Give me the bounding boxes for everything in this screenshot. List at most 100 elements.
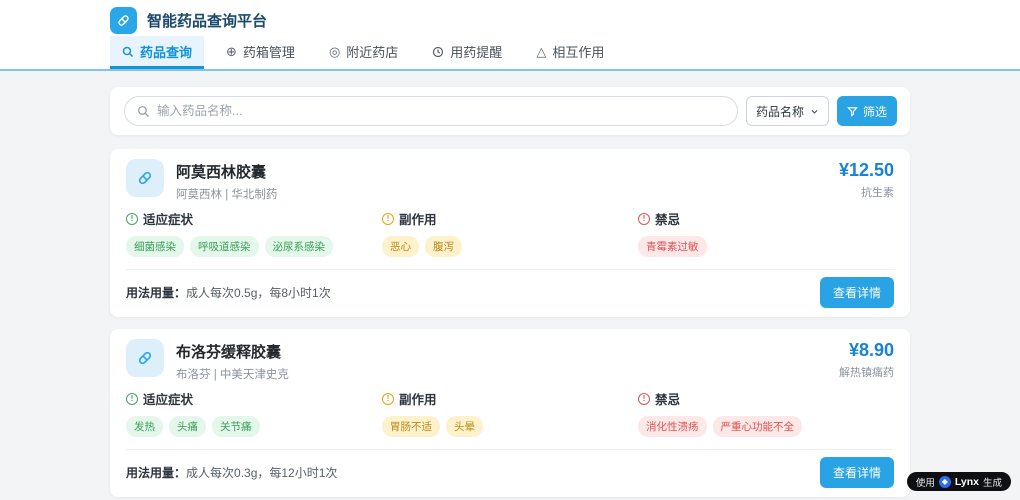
usage-value: 成人每次0.5g，每8小时1次 [186, 286, 331, 300]
filter-button[interactable]: 筛选 [837, 96, 897, 126]
drug-card: 布洛芬缓释胶囊 布洛芬 | 中美天津史克 ¥8.90 解热镇痛药 ! 适应症状 发… [110, 329, 910, 497]
drug-query-platform-page: 智能药品查询平台 药品查询 ⊕ 药箱管理 ◎ 附近药店 [0, 0, 1020, 500]
tag: 头痛 [169, 416, 206, 437]
contraindications-icon: ! [638, 213, 650, 225]
search-input[interactable] [157, 104, 725, 118]
tag: 发热 [126, 416, 163, 437]
price-block: ¥12.50 抗生素 [839, 159, 894, 200]
drug-name: 阿莫西林胶囊 [176, 161, 827, 182]
drug-info-row: ! 适应症状 发热头痛关节痛 ! 副作用 胃肠不适头晕 ! 禁忌 消化性溃疡严重心功能… [126, 389, 894, 437]
contraindications-title: ! 禁忌 [638, 209, 894, 228]
contraindications-title: ! 禁忌 [638, 389, 894, 408]
drug-card-footer: 用法用量：成人每次0.3g，每12小时1次 查看详情 [126, 449, 894, 497]
tab-label: 用药提醒 [450, 42, 502, 61]
section-label: 适应症状 [143, 209, 193, 228]
side-effect-tags: 胃肠不适头晕 [382, 416, 638, 437]
search-bar-card: 药品名称 筛选 [110, 87, 910, 135]
contraindications-col: ! 禁忌 消化性溃疡严重心功能不全 [638, 389, 894, 437]
chevron-down-icon [810, 107, 819, 116]
indication-tags: 细菌感染呼吸道感染泌尿系感染 [126, 236, 382, 257]
side-effect-tags: 恶心腹泻 [382, 236, 638, 257]
section-label: 副作用 [399, 209, 437, 228]
tab-nearby-pharmacy[interactable]: ◎ 附近药店 [317, 36, 410, 69]
tag: 青霉素过敏 [638, 236, 707, 257]
tag: 关节痛 [212, 416, 260, 437]
capsule-icon [126, 159, 164, 197]
drug-subtitle: 布洛芬 | 中美天津史克 [176, 366, 827, 382]
indications-icon: ! [126, 393, 138, 405]
tag: 消化性溃疡 [638, 416, 707, 437]
tab-drug-search[interactable]: 药品查询 [110, 36, 204, 69]
search-icon [122, 46, 134, 58]
section-label: 副作用 [399, 389, 437, 408]
search-icon [137, 105, 150, 118]
drug-card-header: 阿莫西林胶囊 阿莫西林 | 华北制药 ¥12.50 抗生素 [126, 159, 894, 202]
drug-head: 布洛芬缓释胶囊 布洛芬 | 中美天津史克 [176, 339, 827, 382]
contraindication-tags: 消化性溃疡严重心功能不全 [638, 416, 894, 437]
main-content: 药品名称 筛选 阿莫西林胶囊 阿莫西林 | 华北制药 ¥12.50 [110, 71, 910, 500]
nav-tabs: 药品查询 ⊕ 药箱管理 ◎ 附近药店 用药提醒 △ [110, 36, 910, 69]
lynx-badge-suffix: 生成 [983, 475, 1002, 489]
contraindication-tags: 青霉素过敏 [638, 236, 894, 257]
capsule-icon [115, 12, 132, 29]
brand: 智能药品查询平台 [110, 0, 910, 34]
indications-icon: ! [126, 213, 138, 225]
tab-medication-reminder[interactable]: 用药提醒 [420, 36, 514, 69]
indications-col: ! 适应症状 细菌感染呼吸道感染泌尿系感染 [126, 209, 382, 257]
capsule-icon [126, 339, 164, 377]
drug-head: 阿莫西林胶囊 阿莫西林 | 华北制药 [176, 159, 827, 202]
lynx-logo-icon: ◆ [939, 476, 951, 488]
tag: 腹泻 [425, 236, 462, 257]
app-title: 智能药品查询平台 [147, 10, 267, 31]
tag: 泌尿系感染 [265, 236, 334, 257]
side-effects-col: ! 副作用 胃肠不适头晕 [382, 389, 638, 437]
lynx-brand: Lynx [955, 476, 979, 488]
view-details-button[interactable]: 查看详情 [820, 277, 894, 308]
location-icon: ◎ [329, 45, 340, 58]
search-input-wrapper [124, 96, 738, 126]
section-label: 禁忌 [655, 209, 680, 228]
side-effects-title: ! 副作用 [382, 389, 638, 408]
side-effects-icon: ! [382, 393, 394, 405]
tab-medicine-box[interactable]: ⊕ 药箱管理 [214, 36, 307, 69]
contraindications-icon: ! [638, 393, 650, 405]
search-type-select[interactable]: 药品名称 [746, 96, 829, 126]
plus-circle-icon: ⊕ [226, 45, 237, 58]
tag: 严重心功能不全 [713, 416, 803, 437]
drug-name: 布洛芬缓释胶囊 [176, 341, 827, 362]
drug-price: ¥12.50 [839, 160, 894, 181]
price-block: ¥8.90 解热镇痛药 [839, 339, 894, 380]
tab-label: 附近药店 [346, 42, 398, 61]
warning-triangle-icon: △ [536, 45, 546, 58]
tab-interactions[interactable]: △ 相互作用 [524, 36, 616, 69]
indications-title: ! 适应症状 [126, 389, 382, 408]
indication-tags: 发热头痛关节痛 [126, 416, 382, 437]
section-label: 禁忌 [655, 389, 680, 408]
tag: 恶心 [382, 236, 419, 257]
drug-category: 抗生素 [839, 184, 894, 200]
drug-card: 阿莫西林胶囊 阿莫西林 | 华北制药 ¥12.50 抗生素 ! 适应症状 细菌感染… [110, 149, 910, 317]
usage-text: 用法用量：成人每次0.5g，每8小时1次 [126, 284, 331, 301]
tag: 呼吸道感染 [190, 236, 259, 257]
drug-subtitle: 阿莫西林 | 华北制药 [176, 186, 827, 202]
drug-info-row: ! 适应症状 细菌感染呼吸道感染泌尿系感染 ! 副作用 恶心腹泻 ! 禁忌 青霉素过敏 [126, 209, 894, 257]
select-value: 药品名称 [756, 103, 804, 120]
section-label: 适应症状 [143, 389, 193, 408]
usage-value: 成人每次0.3g，每12小时1次 [186, 466, 337, 480]
indications-col: ! 适应症状 发热头痛关节痛 [126, 389, 382, 437]
tag: 胃肠不适 [382, 416, 440, 437]
side-effects-title: ! 副作用 [382, 209, 638, 228]
clock-icon [432, 46, 444, 58]
view-details-button[interactable]: 查看详情 [820, 457, 894, 488]
usage-text: 用法用量：成人每次0.3g，每12小时1次 [126, 464, 337, 481]
tag: 细菌感染 [126, 236, 184, 257]
app-header: 智能药品查询平台 药品查询 ⊕ 药箱管理 ◎ 附近药店 [0, 0, 1020, 71]
side-effects-icon: ! [382, 213, 394, 225]
tab-label: 药箱管理 [243, 42, 295, 61]
contraindications-col: ! 禁忌 青霉素过敏 [638, 209, 894, 257]
drug-price: ¥8.90 [839, 340, 894, 361]
drug-card-footer: 用法用量：成人每次0.5g，每8小时1次 查看详情 [126, 269, 894, 317]
usage-label: 用法用量： [126, 286, 186, 300]
tag: 头晕 [446, 416, 483, 437]
lynx-badge: 使用 ◆ Lynx 生成 [907, 472, 1011, 491]
